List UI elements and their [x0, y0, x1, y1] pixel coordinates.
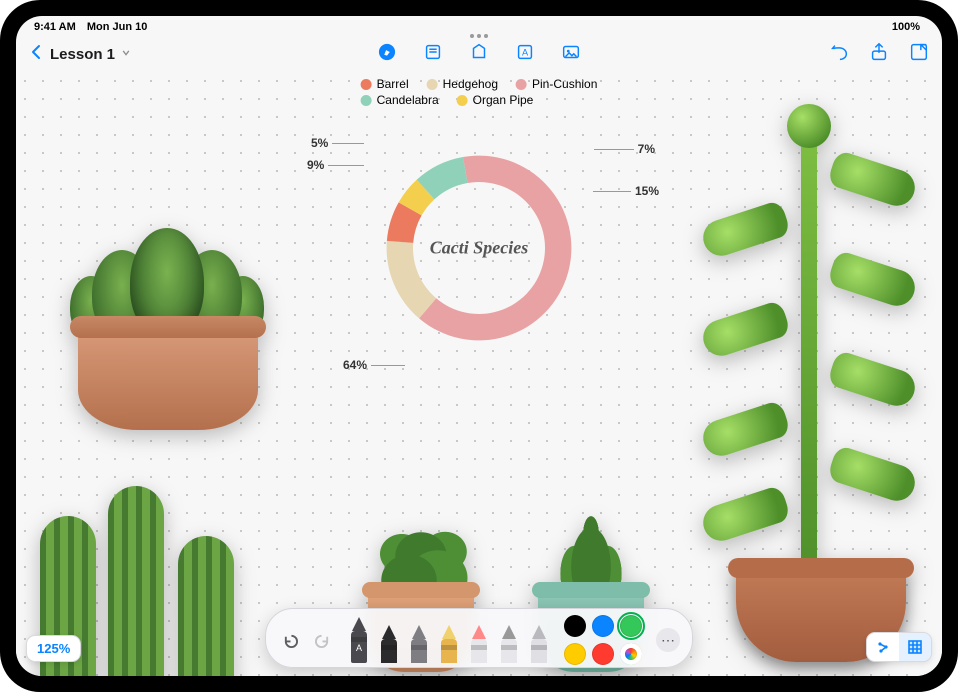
ruler-tool[interactable] — [528, 623, 550, 663]
drawing-dock: A ⋯ — [265, 608, 693, 668]
share-button[interactable] — [868, 41, 890, 68]
status-time: 9:41 AM — [34, 21, 76, 33]
text-tool-button[interactable]: A — [514, 41, 536, 68]
pen-tool-picker: A — [348, 617, 550, 663]
chart-data-label: 5% — [311, 136, 364, 150]
app-toolbar: Lesson 1 A — [16, 36, 942, 72]
legend-item: Pin-Cushion — [516, 76, 597, 92]
chart-data-label: 64% — [343, 358, 405, 372]
color-swatch[interactable] — [620, 615, 642, 637]
note-tool-button[interactable] — [422, 41, 444, 68]
back-button[interactable] — [28, 44, 44, 65]
eraser-tool[interactable] — [498, 623, 520, 663]
status-date: Mon Jun 10 — [87, 21, 148, 33]
dock-redo-button[interactable] — [310, 628, 334, 652]
legend-item: Hedgehog — [427, 76, 498, 92]
svg-text:A: A — [522, 47, 529, 57]
dock-undo-button[interactable] — [278, 628, 302, 652]
pen-tool[interactable]: A — [348, 617, 370, 663]
grid-view-button[interactable] — [899, 633, 931, 661]
chart-data-label: 15% — [593, 184, 659, 198]
status-bar: 9:41 AM Mon Jun 10 100% — [16, 16, 942, 36]
draw-tool-button[interactable] — [376, 41, 398, 68]
image-barrel-cactus[interactable] — [52, 130, 282, 430]
navigator-view-button[interactable] — [867, 633, 899, 661]
donut-chart[interactable]: Cacti Species 7% 15% 64% 9% 5% — [349, 138, 609, 358]
view-mode-toggle — [866, 632, 932, 662]
board-title[interactable]: Lesson 1 — [50, 46, 115, 63]
zoom-level[interactable]: 125% — [26, 635, 81, 662]
shape-tool-button[interactable] — [468, 41, 490, 68]
color-swatch[interactable] — [592, 643, 614, 665]
color-swatch[interactable] — [592, 615, 614, 637]
legend-item: Candelabra — [361, 92, 439, 108]
legend-item: Organ Pipe — [457, 92, 534, 108]
marker-tool[interactable] — [468, 623, 490, 663]
chart-data-label: 7% — [594, 142, 655, 156]
dock-more-button[interactable]: ⋯ — [656, 628, 680, 652]
chart-data-label: 9% — [307, 158, 364, 172]
color-swatch[interactable] — [564, 615, 586, 637]
color-swatch[interactable] — [564, 643, 586, 665]
chart-title: Cacti Species — [430, 238, 528, 259]
pen-tool[interactable] — [378, 623, 400, 663]
color-picker-button[interactable] — [620, 643, 642, 665]
pencil-tool[interactable] — [408, 623, 430, 663]
drawing-tall-succulent[interactable] — [694, 102, 924, 662]
legend-item: Barrel — [361, 76, 409, 92]
title-menu-chevron-icon[interactable] — [121, 45, 131, 63]
canvas[interactable]: Barrel Hedgehog Pin-Cushion Candelabra O… — [16, 72, 942, 676]
chart-legend: Barrel Hedgehog Pin-Cushion Candelabra O… — [361, 76, 598, 108]
color-palette — [564, 615, 642, 665]
media-tool-button[interactable] — [560, 41, 582, 68]
status-battery-text: 100% — [892, 21, 920, 33]
crayon-tool[interactable] — [438, 623, 460, 663]
new-board-button[interactable] — [908, 41, 930, 68]
undo-button[interactable] — [828, 41, 850, 68]
